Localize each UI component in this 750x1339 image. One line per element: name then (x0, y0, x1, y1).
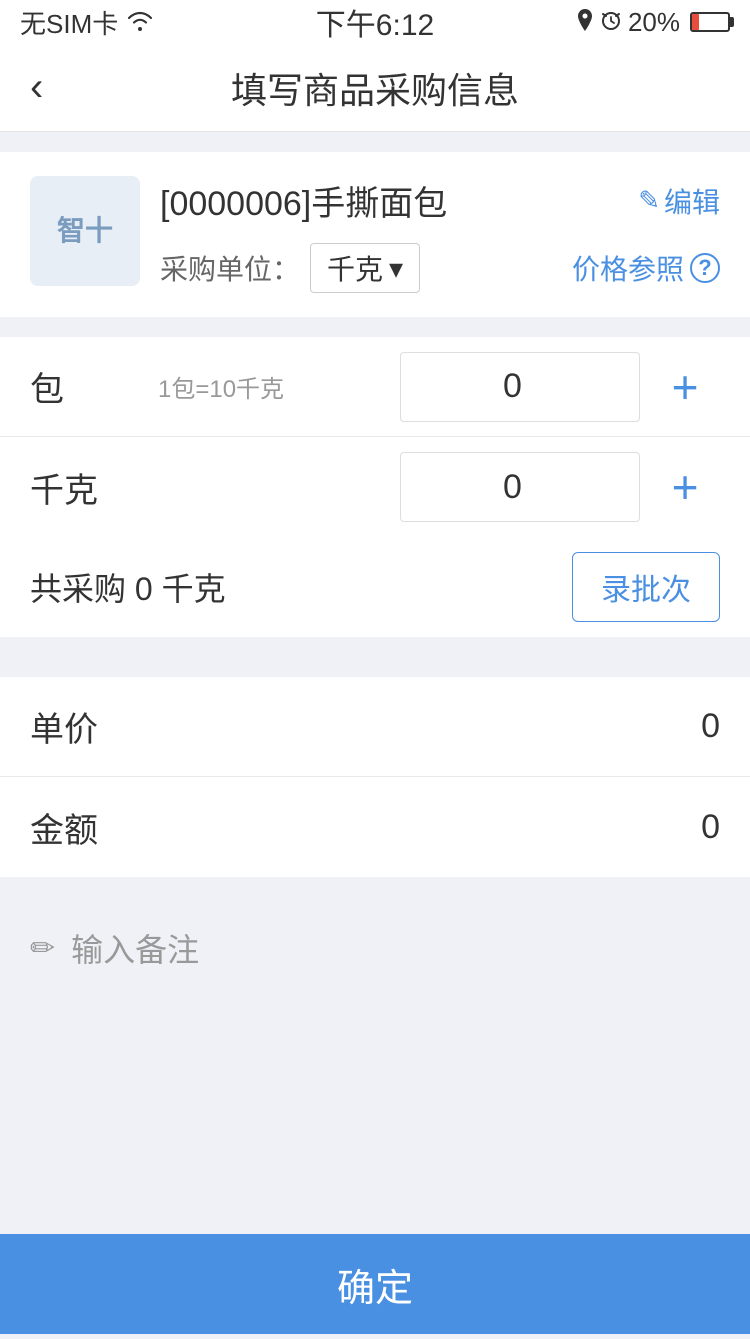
unit-price-value: 0 (701, 707, 720, 746)
wifi-icon (126, 7, 154, 38)
amount-value: 0 (701, 808, 720, 847)
product-header: [0000006]手撕面包 ✎ 编辑 (160, 176, 720, 225)
remarks-placeholder: 输入备注 (71, 925, 199, 971)
status-time: 下午6:12 (316, 0, 434, 44)
product-card: 智十 [0000006]手撕面包 ✎ 编辑 采购单位： 千克 ▾ (0, 152, 750, 317)
nav-bar: ‹ 填写商品采购信息 (0, 44, 750, 132)
status-right: 20% (576, 7, 730, 38)
carrier-label: 无SIM卡 (20, 4, 118, 41)
summary-unit: 千克 (162, 571, 226, 607)
batch-button[interactable]: 录批次 (572, 552, 720, 622)
kg-input[interactable] (400, 452, 640, 522)
edit-button[interactable]: ✎ 编辑 (638, 181, 720, 221)
bag-plus-button[interactable]: + (650, 352, 720, 422)
summary-quantity: 0 (135, 571, 162, 607)
summary-row: 共采购 0 千克 录批次 (0, 537, 750, 637)
unit-label: 采购单位： 千克 ▾ (160, 243, 420, 293)
chevron-down-icon: ▾ (389, 252, 403, 285)
confirm-label: 确定 (337, 1257, 413, 1312)
status-bar: 无SIM卡 下午6:12 20% (0, 0, 750, 44)
unit-select[interactable]: 千克 ▾ (310, 243, 420, 293)
product-info: [0000006]手撕面包 ✎ 编辑 采购单位： 千克 ▾ 价格参照 ? (160, 176, 720, 293)
input-section: 包 1包=10千克 + 千克 + (0, 337, 750, 537)
confirm-button[interactable]: 确定 (0, 1234, 750, 1334)
kg-input-row: 千克 + (0, 437, 750, 537)
amount-row: 金额 0 (0, 777, 750, 877)
battery-percent: 20% (628, 7, 680, 38)
content-filler (0, 999, 750, 1239)
back-button[interactable]: ‹ (20, 55, 53, 120)
product-unit-row: 采购单位： 千克 ▾ 价格参照 ? (160, 243, 720, 293)
edit-icon: ✎ (638, 185, 660, 216)
pencil-icon: ✏ (30, 931, 55, 966)
remarks-section[interactable]: ✏ 输入备注 (0, 897, 750, 999)
unit-price-label: 单价 (30, 702, 98, 751)
main-content: 智十 [0000006]手撕面包 ✎ 编辑 采购单位： 千克 ▾ (0, 152, 750, 1339)
edit-label: 编辑 (664, 181, 720, 221)
alarm-icon (600, 7, 622, 38)
kg-plus-button[interactable]: + (650, 452, 720, 522)
bag-input-row: 包 1包=10千克 + (0, 337, 750, 437)
info-section: 单价 0 金额 0 (0, 677, 750, 877)
bag-label: 包 (30, 362, 150, 411)
page-title: 填写商品采购信息 (231, 62, 519, 114)
bag-sub-label: 1包=10千克 (158, 369, 284, 404)
unit-label-text: 采购单位： (160, 248, 300, 288)
unit-value: 千克 (327, 248, 383, 288)
status-left: 无SIM卡 (20, 4, 154, 41)
product-image: 智十 (30, 176, 140, 286)
price-ref-button[interactable]: 价格参照 ? (572, 248, 720, 288)
battery-icon (690, 12, 730, 32)
amount-label: 金额 (30, 803, 98, 852)
bag-input[interactable] (400, 352, 640, 422)
price-ref-label: 价格参照 (572, 248, 684, 288)
kg-label: 千克 (30, 463, 150, 512)
summary-text: 共采购 0 千克 (30, 564, 226, 610)
location-icon (576, 7, 594, 38)
unit-price-row: 单价 0 (0, 677, 750, 777)
divider-1 (0, 317, 750, 337)
divider-2 (0, 637, 750, 657)
help-icon: ? (690, 253, 720, 283)
product-name: [0000006]手撕面包 (160, 176, 447, 225)
product-logo: 智十 (57, 214, 113, 248)
summary-prefix: 共采购 (30, 571, 126, 607)
